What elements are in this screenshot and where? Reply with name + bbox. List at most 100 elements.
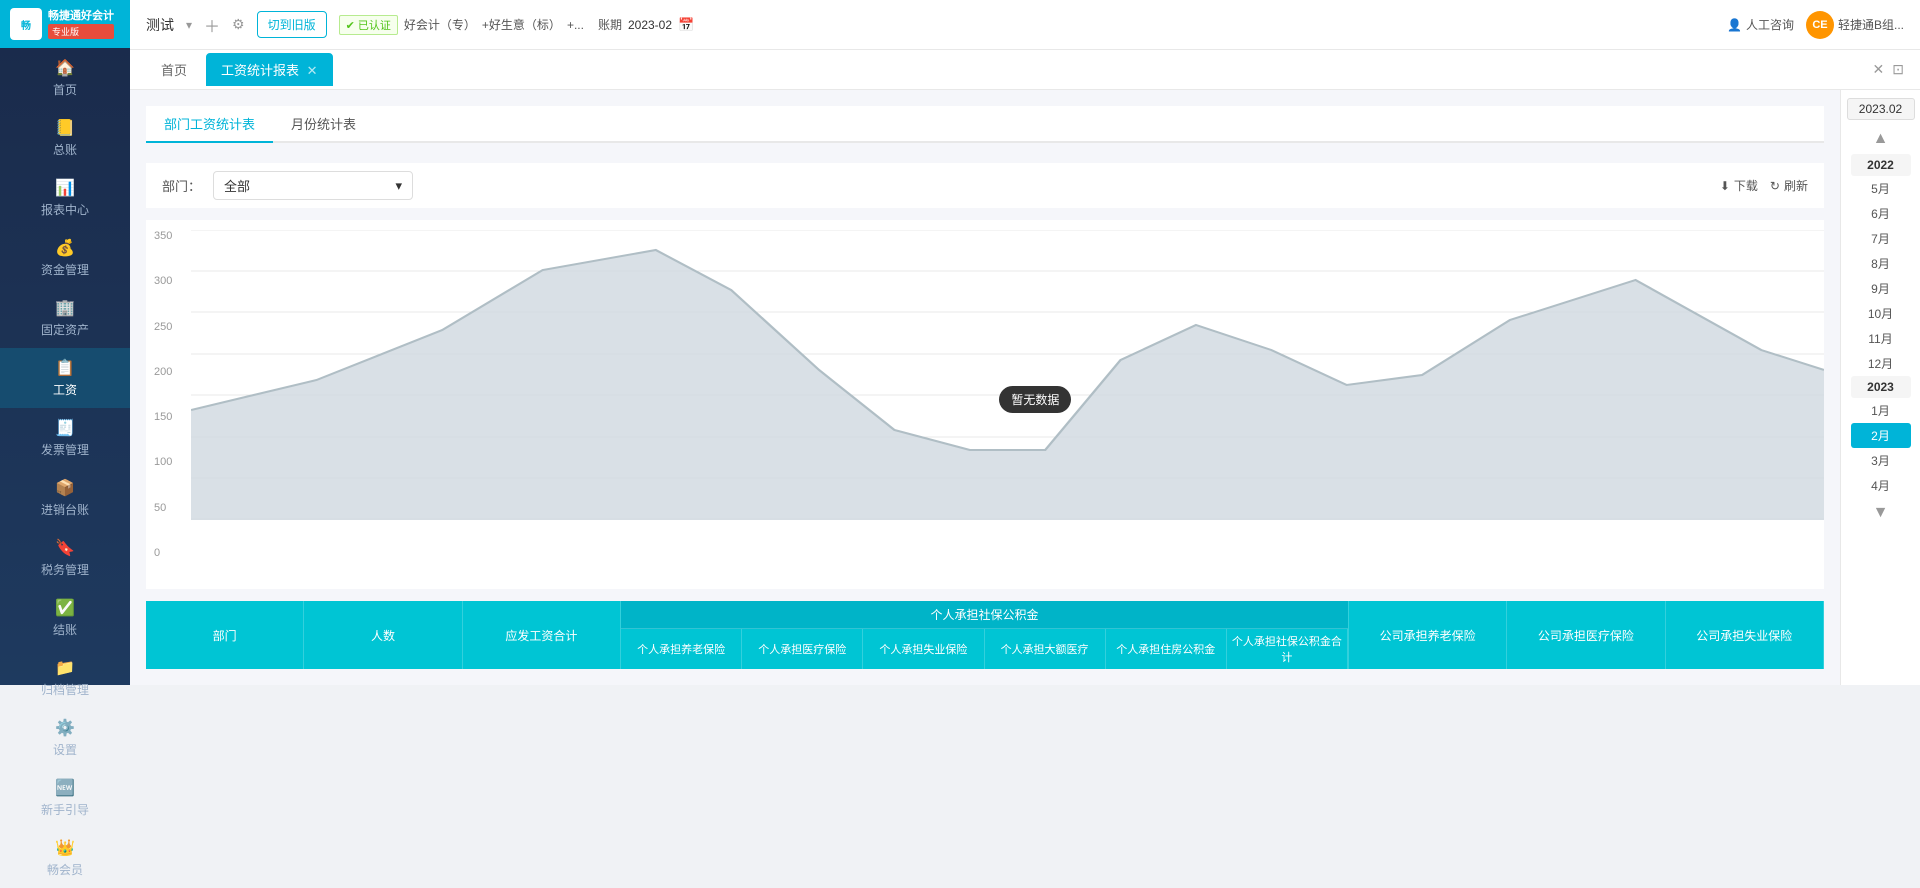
month-item-2023-3月[interactable]: 3月 bbox=[1851, 448, 1911, 473]
y-label-300: 300 bbox=[154, 275, 189, 287]
home-icon: 🏠 bbox=[55, 58, 75, 78]
sidebar-item-invoice[interactable]: 🧾 发票管理 bbox=[0, 408, 130, 468]
download-btn[interactable]: ⬇ 下载 bbox=[1720, 177, 1758, 194]
sidebar-item-tax[interactable]: 🔖税务管理 bbox=[0, 528, 130, 588]
y-label-150: 150 bbox=[154, 411, 189, 423]
dept-label: 部门： bbox=[162, 176, 201, 195]
subtab-monthly[interactable]: 月份统计表 bbox=[273, 106, 374, 143]
trade-icon: 📦 bbox=[55, 478, 75, 498]
sidebar-item-funds[interactable]: 💰资金管理 bbox=[0, 228, 130, 288]
topbar-add-icon[interactable]: ＋ bbox=[204, 13, 220, 37]
sidebar-label-salary: 工资 bbox=[53, 381, 77, 398]
switch-old-btn[interactable]: 切到旧版 bbox=[257, 11, 327, 38]
y-label-100: 100 bbox=[154, 456, 189, 468]
tab-salary-report[interactable]: 工资统计报表 ✕ bbox=[206, 53, 333, 86]
sidebar-label-funds: 资金管理 bbox=[41, 261, 89, 278]
table-col-部门: 部门 bbox=[146, 601, 304, 669]
y-label-250: 250 bbox=[154, 321, 189, 333]
group-sub-col: 个人承担养老保险 bbox=[621, 629, 742, 669]
date-display[interactable]: 2023.02 bbox=[1847, 98, 1915, 120]
refresh-btn[interactable]: ↻ 刷新 bbox=[1770, 177, 1808, 194]
tab-home[interactable]: 首页 bbox=[146, 53, 202, 86]
panel-up-arrow[interactable]: ▲ bbox=[1869, 126, 1893, 152]
table-col-group-social: 个人承担社保公积金个人承担养老保险个人承担医疗保险个人承担失业保险个人承担大额医… bbox=[621, 601, 1349, 669]
dept-select[interactable]: 全部 ▾ bbox=[213, 171, 413, 200]
sidebar-nav: 🏠首页 📒 总账 📊报表中心💰资金管理🏢固定资产📋工资 🧾 发票管理 📦 进销台账 🔖税务管理✅… bbox=[0, 48, 130, 888]
calendar-icon[interactable]: 📅 bbox=[678, 17, 694, 33]
sidebar-label-close: 结账 bbox=[53, 621, 77, 638]
subtab-dept[interactable]: 部门工资统计表 bbox=[146, 106, 273, 143]
month-item-2022-10月[interactable]: 10月 bbox=[1851, 301, 1911, 326]
group-sub-col: 个人承担医疗保险 bbox=[742, 629, 863, 669]
panel-down-arrow[interactable]: ▼ bbox=[1869, 500, 1893, 526]
group-sub-col: 个人承担大额医疗 bbox=[985, 629, 1106, 669]
month-item-2022-11月[interactable]: 11月 bbox=[1851, 326, 1911, 351]
sidebar-item-settings[interactable]: ⚙️设置 bbox=[0, 708, 130, 768]
tab-close-icon[interactable]: ✕ bbox=[307, 63, 318, 78]
month-item-2022-12月[interactable]: 12月 bbox=[1851, 351, 1911, 376]
user-menu[interactable]: CE 轻捷通B组... bbox=[1806, 11, 1904, 39]
sidebar-item-guide[interactable]: 🆕新手引导 bbox=[0, 768, 130, 828]
sidebar-label-ledger: 总账 bbox=[53, 141, 77, 158]
month-item-2022-8月[interactable]: 8月 bbox=[1851, 251, 1911, 276]
more-tag: +... bbox=[567, 18, 584, 32]
subtab-bar: 部门工资统计表 月份统计表 bbox=[146, 106, 1824, 143]
month-list: 20225月6月7月8月9月10月11月12月20231月2月3月4月 bbox=[1851, 154, 1911, 498]
sidebar-label-tax: 税务管理 bbox=[41, 561, 89, 578]
help-btn[interactable]: 👤 人工咨询 bbox=[1727, 16, 1794, 33]
topbar-dropdown-arrow[interactable]: ▾ bbox=[186, 18, 192, 32]
sidebar-item-trade[interactable]: 📦 进销台账 bbox=[0, 468, 130, 528]
main-content: 测试 ▾ ＋ ⚙ 切到旧版 ✔ 已认证 好会计（专） +好生意（标） +... … bbox=[130, 0, 1920, 685]
month-item-2022-9月[interactable]: 9月 bbox=[1851, 276, 1911, 301]
month-item-2022-5月[interactable]: 5月 bbox=[1851, 176, 1911, 201]
refresh-icon: ↻ bbox=[1770, 179, 1780, 193]
group-sub-col: 个人承担社保公积金合计 bbox=[1227, 629, 1348, 669]
good-acc-tag: 好会计（专） bbox=[404, 16, 476, 33]
table-col-right-公司承担养老保险: 公司承担养老保险 bbox=[1349, 601, 1507, 669]
download-icon: ⬇ bbox=[1720, 179, 1730, 193]
month-item-2023-4月[interactable]: 4月 bbox=[1851, 473, 1911, 498]
sidebar-item-archive[interactable]: 📁归档管理 bbox=[0, 648, 130, 708]
sidebar-item-home[interactable]: 🏠首页 bbox=[0, 48, 130, 108]
toolbar-actions: ⬇ 下载 ↻ 刷新 bbox=[1720, 177, 1808, 194]
month-item-2023-2月[interactable]: 2月 bbox=[1851, 423, 1911, 448]
sidebar-label-member: 畅会员 bbox=[47, 861, 83, 878]
sidebar-item-reports[interactable]: 📊报表中心 bbox=[0, 168, 130, 228]
invoice-icon: 🧾 bbox=[55, 418, 75, 438]
topbar-status: ✔ 已认证 好会计（专） +好生意（标） +... 账期 2023-02 📅 bbox=[339, 15, 695, 35]
topbar: 测试 ▾ ＋ ⚙ 切到旧版 ✔ 已认证 好会计（专） +好生意（标） +... … bbox=[130, 0, 1920, 50]
sidebar-item-ledger[interactable]: 📒 总账 bbox=[0, 108, 130, 168]
sidebar-label-invoice: 发票管理 bbox=[41, 441, 89, 458]
sidebar-item-assets[interactable]: 🏢固定资产 bbox=[0, 288, 130, 348]
sidebar-label-trade: 进销台账 bbox=[41, 501, 89, 518]
content-area: 部门工资统计表 月份统计表 部门： 全部 ▾ ⬇ 下载 bbox=[130, 90, 1920, 685]
window-maximize-icon[interactable]: ⊡ bbox=[1892, 61, 1904, 78]
right-panel: 2023.02 ▲ 20225月6月7月8月9月10月11月12月20231月2… bbox=[1840, 90, 1920, 685]
sidebar-item-member[interactable]: 👑畅会员 bbox=[0, 828, 130, 888]
group-header: 个人承担社保公积金 bbox=[621, 601, 1348, 629]
month-item-2022-6月[interactable]: 6月 bbox=[1851, 201, 1911, 226]
toolbar-row: 部门： 全部 ▾ ⬇ 下载 ↻ 刷新 bbox=[146, 163, 1824, 208]
y-label-350: 350 bbox=[154, 230, 189, 242]
sidebar-label-guide: 新手引导 bbox=[41, 801, 89, 818]
month-item-2022-7月[interactable]: 7月 bbox=[1851, 226, 1911, 251]
chart-tooltip: 暂无数据 bbox=[999, 386, 1071, 413]
table-col-right-公司承担医疗保险: 公司承担医疗保险 bbox=[1507, 601, 1665, 669]
tabbar: 首页 工资统计报表 ✕ ✕ ⊡ bbox=[130, 50, 1920, 90]
month-item-2023-1月[interactable]: 1月 bbox=[1851, 398, 1911, 423]
window-close-icon[interactable]: ✕ bbox=[1873, 61, 1885, 78]
period-value: 2023-02 bbox=[628, 18, 672, 32]
year-badge-2022: 2022 bbox=[1851, 154, 1911, 176]
chart-container: 350 300 250 200 150 100 50 0 bbox=[146, 220, 1824, 589]
logo-text: 畅捷通好会计 bbox=[48, 9, 114, 23]
verified-tag: ✔ 已认证 bbox=[339, 15, 398, 35]
topbar-title: 测试 bbox=[146, 15, 174, 35]
content-main: 部门工资统计表 月份统计表 部门： 全部 ▾ ⬇ 下载 bbox=[130, 90, 1840, 685]
sidebar-item-close[interactable]: ✅结账 bbox=[0, 588, 130, 648]
topbar-settings-icon[interactable]: ⚙ bbox=[232, 16, 245, 33]
table-col-应发工资合计: 应发工资合计 bbox=[463, 601, 621, 669]
sidebar-item-salary[interactable]: 📋工资 bbox=[0, 348, 130, 408]
sidebar-label-assets: 固定资产 bbox=[41, 321, 89, 338]
ledger-icon: 📒 bbox=[55, 118, 75, 138]
biz-tag: +好生意（标） bbox=[482, 16, 561, 33]
